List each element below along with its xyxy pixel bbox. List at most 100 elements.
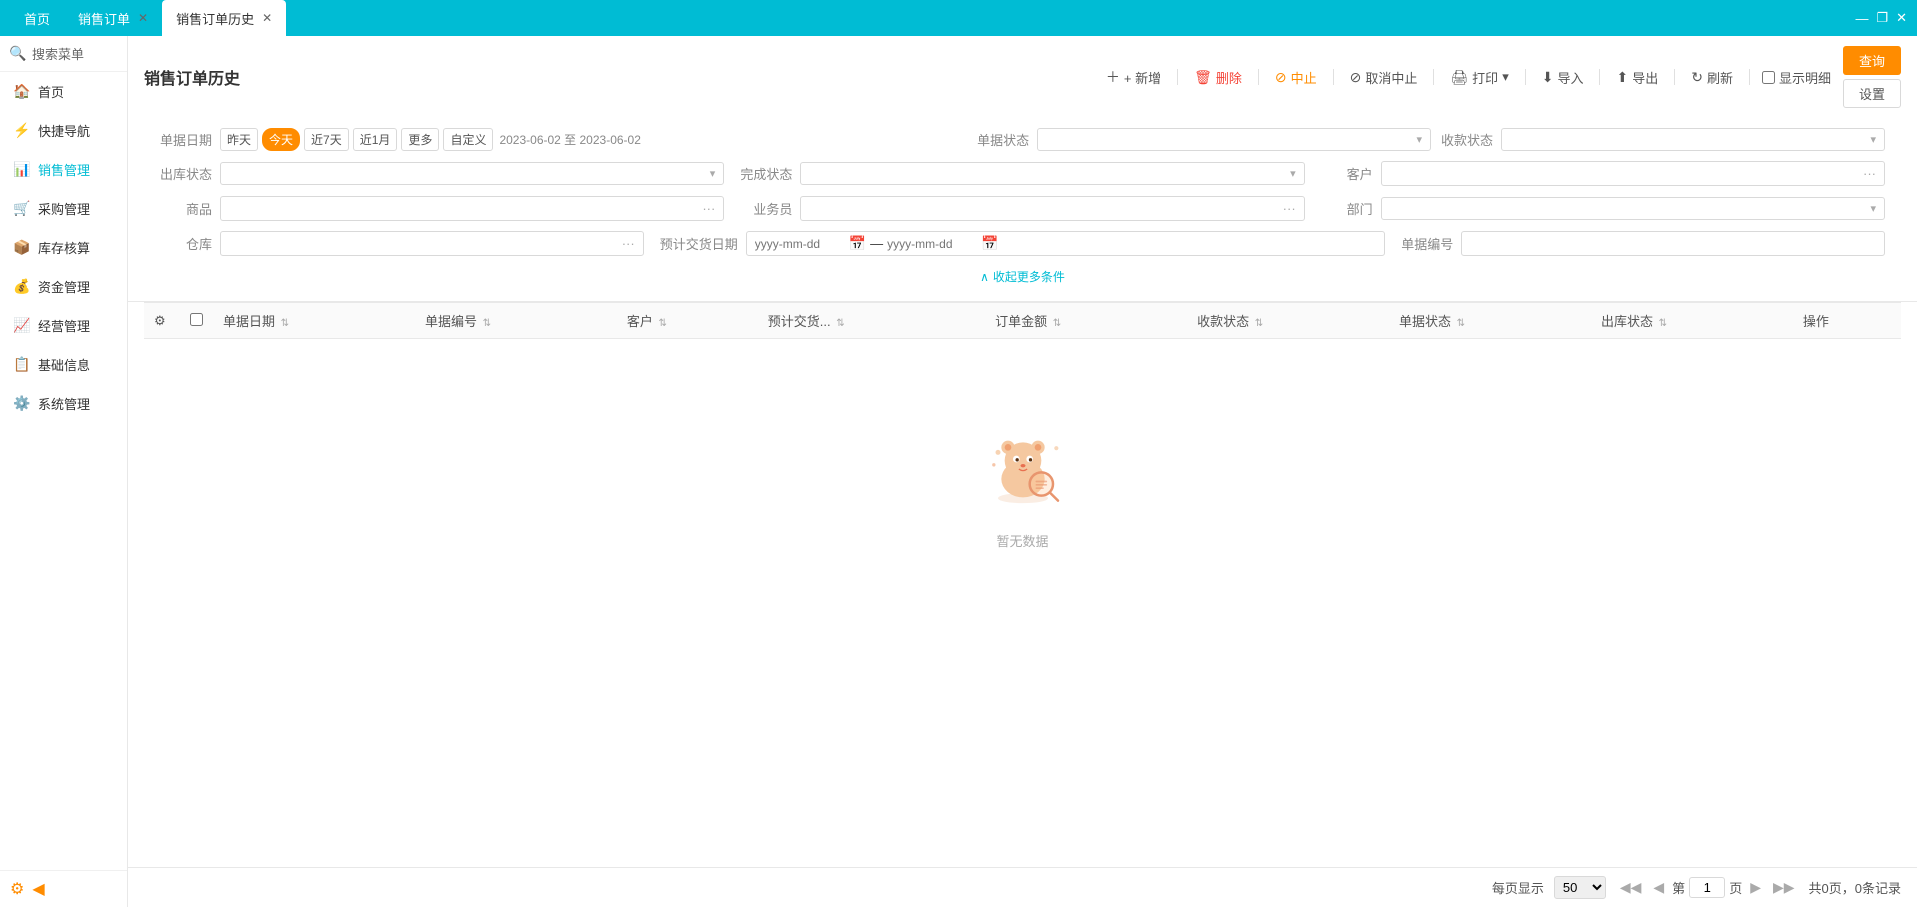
customer-label: 客户 [1321,164,1381,183]
sort-order-status-icon[interactable]: ⇅ [1457,318,1465,329]
new-label: + 新增 [1124,68,1161,87]
expected-date-from[interactable] [755,237,845,251]
minimize-btn[interactable]: — [1855,11,1868,26]
sidebar-item-sales[interactable]: 📊 销售管理 [0,150,127,189]
page-size-select[interactable]: 10 20 50 100 [1554,876,1606,899]
tab-sales-order-history-close[interactable]: ✕ [262,11,272,25]
sort-customer-icon[interactable]: ⇅ [659,318,667,329]
customer-input[interactable]: ··· [1381,161,1885,186]
last-page-btn[interactable]: ▶▶ [1769,877,1799,898]
order-number-input[interactable] [1461,231,1885,256]
new-button[interactable]: ＋ + 新增 [1102,65,1165,89]
divider-1 [1177,69,1178,85]
new-icon: ＋ [1106,67,1120,87]
sort-expected-date-icon[interactable]: ⇅ [836,318,844,329]
main-layout: 🔍 搜索菜单 🏠 首页 ⚡ 快捷导航 📊 销售管理 🛒 采购管理 📦 库存核算 … [0,36,1917,907]
warehouse-input[interactable]: ··· [220,231,644,256]
salesperson-input[interactable]: ··· [800,196,1304,221]
filter-warehouse-item: 仓库 ··· [160,231,644,256]
refresh-button[interactable]: ↻ 刷新 [1687,66,1737,89]
sort-date-icon[interactable]: ⇅ [281,318,289,329]
date-btn-custom[interactable]: 自定义 [443,128,493,151]
show-detail-label: 显示明细 [1779,68,1831,87]
set-button[interactable]: 设置 [1843,79,1901,108]
sidebar-item-purchase-label: 采购管理 [38,199,90,218]
cancel-stop-button[interactable]: ⊘ 取消中止 [1346,66,1422,89]
sidebar-item-finance[interactable]: 💰 资金管理 [0,267,127,306]
date-btn-today[interactable]: 今天 [262,128,300,151]
query-button[interactable]: 查询 [1843,46,1901,75]
date-btn-yesterday[interactable]: 昨天 [220,128,258,151]
tab-home[interactable]: 首页 [10,0,64,36]
sidebar-item-purchase[interactable]: 🛒 采购管理 [0,189,127,228]
import-label: 导入 [1557,68,1583,87]
restore-btn[interactable]: ❐ [1876,10,1888,26]
sort-warehouse-status-icon[interactable]: ⇅ [1659,318,1667,329]
sidebar-item-system[interactable]: ⚙️ 系统管理 [0,384,127,423]
empty-illustration [973,419,1073,519]
refresh-label: 刷新 [1707,68,1733,87]
close-btn[interactable]: ✕ [1896,10,1907,26]
sidebar-item-inventory[interactable]: 📦 库存核算 [0,228,127,267]
warehouse-label: 仓库 [160,234,220,253]
page-number-input[interactable] [1689,877,1725,898]
print-dropdown-icon[interactable]: ▾ [1502,69,1509,85]
next-page-btn[interactable]: ▶ [1746,877,1765,898]
sidebar-item-home[interactable]: 🏠 首页 [0,72,127,111]
sidebar-item-system-label: 系统管理 [38,394,90,413]
expected-date-range: 📅 — 📅 [746,231,1386,256]
table-settings-icon[interactable]: ⚙ [154,313,166,328]
col-amount: 订单金额 ⇅ [985,303,1187,339]
order-status-select[interactable]: ▾ [1037,128,1431,151]
print-button[interactable]: 🖨 打印 ▾ [1446,66,1512,89]
completion-status-select[interactable]: ▾ [800,162,1304,185]
goods-ellipsis: ··· [702,201,715,216]
export-button[interactable]: ⬆ 导出 [1612,66,1662,89]
sort-amount-icon[interactable]: ⇅ [1053,318,1061,329]
filter-expected-date-item: 预计交货日期 📅 — 📅 [660,231,1386,256]
check-all-checkbox[interactable] [190,313,203,326]
prev-page-btn[interactable]: ◀ [1649,877,1668,898]
col-date-label: 单据日期 [223,314,275,329]
sort-payment-status-icon[interactable]: ⇅ [1255,318,1263,329]
calendar-from-icon[interactable]: 📅 [849,235,866,252]
expected-date-to[interactable] [887,237,977,251]
sidebar-item-quick-nav[interactable]: ⚡ 快捷导航 [0,111,127,150]
date-btn-1month[interactable]: 近1月 [353,128,398,151]
warehouse-status-label: 出库状态 [160,164,220,183]
collapse-sidebar-icon[interactable]: ◀ [32,879,44,899]
import-button[interactable]: ⬇ 导入 [1538,66,1588,89]
pagination: ◀◀ ◀ 第 页 ▶ ▶▶ [1616,877,1799,898]
collapse-label: 收起更多条件 [993,268,1065,285]
date-btn-more[interactable]: 更多 [401,128,439,151]
tab-sales-order-close[interactable]: ✕ [138,11,148,25]
tab-sales-order[interactable]: 销售订单 ✕ [64,0,162,36]
sidebar-item-operations[interactable]: 📈 经营管理 [0,306,127,345]
tab-sales-order-history[interactable]: 销售订单历史 ✕ [162,0,286,36]
show-detail-checkbox[interactable] [1762,71,1775,84]
payment-status-select[interactable]: ▾ [1501,128,1885,151]
show-detail-checkbox-label[interactable]: 显示明细 [1762,68,1831,87]
delete-button[interactable]: 🗑 删除 [1190,66,1246,89]
goods-input[interactable]: ··· [220,196,724,221]
warehouse-status-select[interactable]: ▾ [220,162,724,185]
stop-button[interactable]: ⊘ 中止 [1271,66,1321,89]
filter-row-1: 单据日期 昨天 今天 近7天 近1月 更多 自定义 2023-06-02 至 2… [160,128,1885,151]
sidebar-search[interactable]: 🔍 搜索菜单 [0,36,127,72]
system-icon: ⚙️ [14,396,30,412]
export-label: 导出 [1632,68,1658,87]
page-label: 第 [1672,878,1685,897]
first-page-btn[interactable]: ◀◀ [1616,877,1646,898]
top-bar: 首页 销售订单 ✕ 销售订单历史 ✕ — ❐ ✕ [0,0,1917,36]
settings-bottom-icon[interactable]: ⚙ [10,879,24,899]
department-select[interactable]: ▾ [1381,197,1885,220]
col-order-status-label: 单据状态 [1399,314,1451,329]
collapse-bar[interactable]: ∧ 收起更多条件 [160,266,1885,291]
calendar-to-icon[interactable]: 📅 [981,235,998,252]
data-table: ⚙ 单据日期 ⇅ 单据编号 ⇅ [144,302,1901,339]
filter-goods-item: 商品 ··· [160,196,724,221]
date-btn-7days[interactable]: 近7天 [304,128,349,151]
payment-status-arrow: ▾ [1870,133,1876,146]
sidebar-item-basic-info[interactable]: 📋 基础信息 [0,345,127,384]
sort-number-icon[interactable]: ⇅ [483,318,491,329]
